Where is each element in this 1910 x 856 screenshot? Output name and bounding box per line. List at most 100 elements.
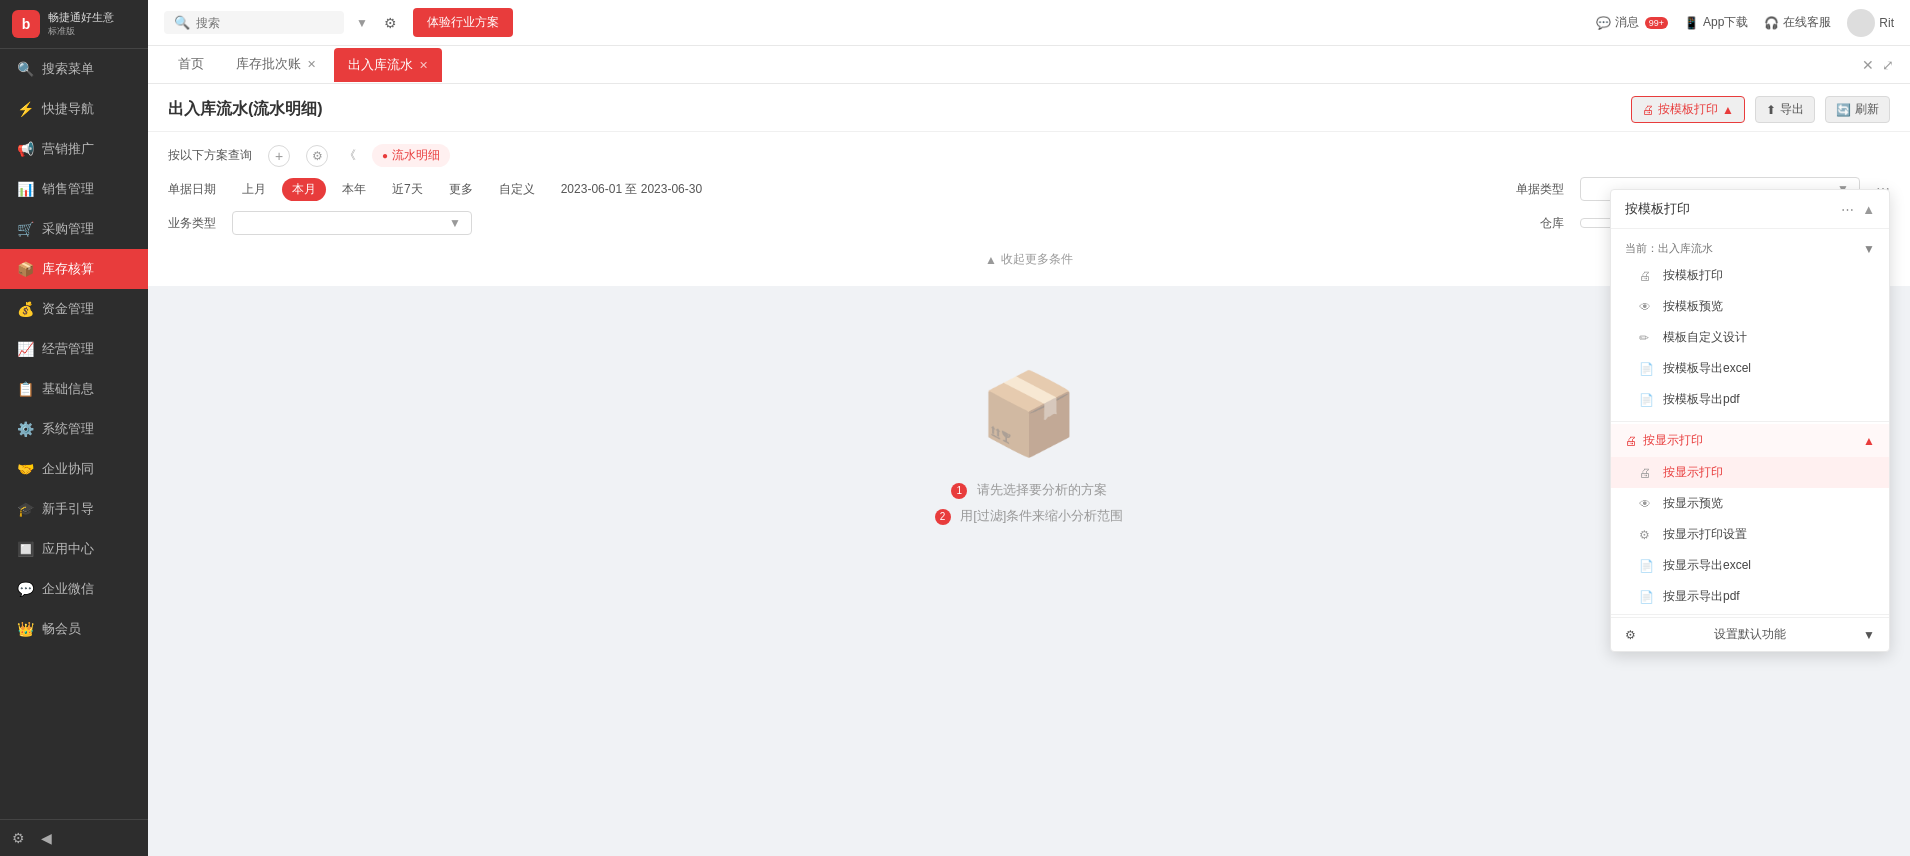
content-area: 出入库流水(流水明细) 🖨 按模板打印 ▲ ⬆ 导出 🔄 刷新: [148, 84, 1910, 856]
tab-label-home: 首页: [178, 56, 204, 71]
display-export-pdf-item[interactable]: 📄 按显示导出pdf: [1611, 581, 1889, 612]
dropdown-header-actions: ⋯ ▲: [1841, 202, 1875, 217]
sidebar-item-label-finance: 资金管理: [42, 300, 94, 318]
display-section-header[interactable]: 🖨 按显示打印 ▲: [1611, 424, 1889, 457]
sidebar-item-basic[interactable]: 📋 基础信息: [0, 369, 148, 409]
sidebar-item-member[interactable]: 👑 畅会员: [0, 609, 148, 649]
date-chips: 上月本月本年近7天更多自定义: [232, 178, 545, 201]
tab-close-flow[interactable]: ✕: [419, 59, 428, 71]
sidebar-item-collab[interactable]: 🤝 企业协同: [0, 449, 148, 489]
dropdown-close-icon[interactable]: ▲: [1862, 202, 1875, 217]
search-input[interactable]: [196, 16, 316, 30]
dropdown-current-label: 当前：出入库流水 ▼: [1611, 233, 1889, 260]
export-btn[interactable]: ⬆ 导出: [1755, 96, 1815, 123]
guide-icon: 🎓: [16, 501, 34, 517]
collapse-conditions-btn[interactable]: ▲ 收起更多条件: [985, 245, 1073, 274]
sidebar-item-label-basic: 基础信息: [42, 380, 94, 398]
finance-icon: 💰: [16, 301, 34, 317]
filter-tag-selected[interactable]: ● 流水明细: [372, 144, 450, 167]
tab-home[interactable]: 首页: [164, 47, 218, 83]
close-all-tabs-icon[interactable]: ✕: [1862, 57, 1874, 73]
dropdown-footer-divider: [1611, 614, 1889, 615]
sidebar-item-label-system: 系统管理: [42, 420, 94, 438]
set-default-btn[interactable]: ⚙ 设置默认功能 ▼: [1611, 617, 1889, 651]
filter-row-1: 按以下方案查询 + ⚙ 《 ● 流水明细: [168, 144, 1890, 167]
section-collapse-icon: ▲: [1863, 434, 1875, 448]
sidebar-bottom: ⚙ ◀: [0, 819, 148, 856]
dropdown-header: 按模板打印 ⋯ ▲: [1611, 190, 1889, 229]
inventory-icon: 📦: [16, 261, 34, 277]
display-preview-item[interactable]: 👁 按显示预览: [1611, 488, 1889, 519]
topbar-search-box[interactable]: 🔍: [164, 11, 344, 34]
sidebar-item-sales[interactable]: 📊 销售管理: [0, 169, 148, 209]
date-chip-更多[interactable]: 更多: [439, 178, 483, 201]
collab-icon: 🤝: [16, 461, 34, 477]
page-actions: 🖨 按模板打印 ▲ ⬆ 导出 🔄 刷新: [1631, 96, 1890, 123]
tab-close-batch[interactable]: ✕: [307, 58, 316, 70]
display-export-excel-item[interactable]: 📄 按显示导出excel: [1611, 550, 1889, 581]
expand-tab-icon[interactable]: ⤢: [1882, 57, 1894, 73]
user-avatar-area[interactable]: Rit: [1847, 9, 1894, 37]
settings-gear-icon[interactable]: ⚙: [384, 15, 397, 31]
display-print-item[interactable]: 🖨 按显示打印: [1611, 457, 1889, 488]
date-chip-自定义[interactable]: 自定义: [489, 178, 545, 201]
sidebar-item-label-search: 搜索菜单: [42, 60, 94, 78]
date-chip-近7天[interactable]: 近7天: [382, 178, 433, 201]
sidebar-item-system[interactable]: ⚙️ 系统管理: [0, 409, 148, 449]
refresh-icon: 🔄: [1836, 103, 1851, 117]
preview2-icon: 👁: [1639, 497, 1655, 511]
display-settings-item[interactable]: ⚙ 按显示打印设置: [1611, 519, 1889, 550]
online-service-btn[interactable]: 🎧 在线客服: [1764, 14, 1831, 31]
filter-settings-btn[interactable]: ⚙: [306, 145, 328, 167]
warehouse-label: 仓库: [1540, 215, 1564, 232]
system-icon: ⚙️: [16, 421, 34, 437]
template-print-item[interactable]: 🖨 按模板打印: [1611, 260, 1889, 291]
sidebar-item-search[interactable]: 🔍 搜索菜单: [0, 49, 148, 89]
expand-section-icon: 🖨: [1625, 434, 1637, 448]
tab-batch[interactable]: 库存批次账✕: [222, 47, 330, 83]
sidebar-item-finance[interactable]: 💰 资金管理: [0, 289, 148, 329]
sidebar-item-wechat[interactable]: 💬 企业微信: [0, 569, 148, 609]
date-filter-label: 单据日期: [168, 181, 216, 198]
collapse-sidebar-icon[interactable]: ◀: [41, 830, 52, 846]
template-preview-item[interactable]: 👁 按模板预览: [1611, 291, 1889, 322]
template-custom-item[interactable]: ✏ 模板自定义设计: [1611, 322, 1889, 353]
sidebar-item-purchase[interactable]: 🛒 采购管理: [0, 209, 148, 249]
date-chip-本月[interactable]: 本月: [282, 178, 326, 201]
sidebar: b 畅捷通好生意 标准版 🔍 搜索菜单 ⚡ 快捷导航 📢 营销推广 📊 销售管理…: [0, 0, 148, 856]
sidebar-item-operation[interactable]: 📈 经营管理: [0, 329, 148, 369]
dropdown-template-section: 当前：出入库流水 ▼ 🖨 按模板打印 👁 按模板预览 ✏ 模板自定义设计 📄: [1611, 229, 1889, 419]
filter-collapse-icon[interactable]: 《: [344, 147, 356, 164]
sidebar-item-shortcut[interactable]: ⚡ 快捷导航: [0, 89, 148, 129]
sidebar-item-label-collab: 企业协同: [42, 460, 94, 478]
template-export-excel-item[interactable]: 📄 按模板导出excel: [1611, 353, 1889, 384]
dropdown-more-icon[interactable]: ⋯: [1841, 202, 1854, 217]
sidebar-item-label-guide: 新手引导: [42, 500, 94, 518]
sidebar-item-label-wechat: 企业微信: [42, 580, 94, 598]
printer2-icon: 🖨: [1639, 466, 1655, 480]
date-chip-上月[interactable]: 上月: [232, 178, 276, 201]
sidebar-item-inventory[interactable]: 📦 库存核算: [0, 249, 148, 289]
settings-icon[interactable]: ⚙: [12, 830, 25, 846]
trial-btn[interactable]: 体验行业方案: [413, 8, 513, 37]
sidebar-item-marketing[interactable]: 📢 营销推广: [0, 129, 148, 169]
message-btn[interactable]: 💬 消息 99+: [1596, 14, 1668, 31]
sidebar-item-apps[interactable]: 🔲 应用中心: [0, 529, 148, 569]
dropdown-title: 按模板打印: [1625, 200, 1690, 218]
page-title: 出入库流水(流水明细): [168, 99, 323, 120]
settings2-icon: ⚙: [1639, 528, 1655, 542]
print-dropdown: 按模板打印 ⋯ ▲ 当前：出入库流水 ▼ 🖨 按模板打印 👁 按模板预览: [1610, 189, 1890, 652]
sidebar-item-label-inventory: 库存核算: [42, 260, 94, 278]
print-btn[interactable]: 🖨 按模板打印 ▲: [1631, 96, 1745, 123]
filter-add-btn[interactable]: +: [268, 145, 290, 167]
date-chip-本年[interactable]: 本年: [332, 178, 376, 201]
print-dropdown-arrow[interactable]: ▲: [1722, 103, 1734, 117]
sidebar-item-guide[interactable]: 🎓 新手引导: [0, 489, 148, 529]
search-icon: 🔍: [16, 61, 34, 77]
business-type-select[interactable]: ▼: [232, 211, 472, 235]
app-download-btn[interactable]: 📱 App下载: [1684, 14, 1748, 31]
refresh-btn[interactable]: 🔄 刷新: [1825, 96, 1890, 123]
tab-flow[interactable]: 出入库流水✕: [334, 48, 442, 82]
search-dropdown-icon[interactable]: ▼: [356, 16, 368, 30]
template-export-pdf-item[interactable]: 📄 按模板导出pdf: [1611, 384, 1889, 415]
